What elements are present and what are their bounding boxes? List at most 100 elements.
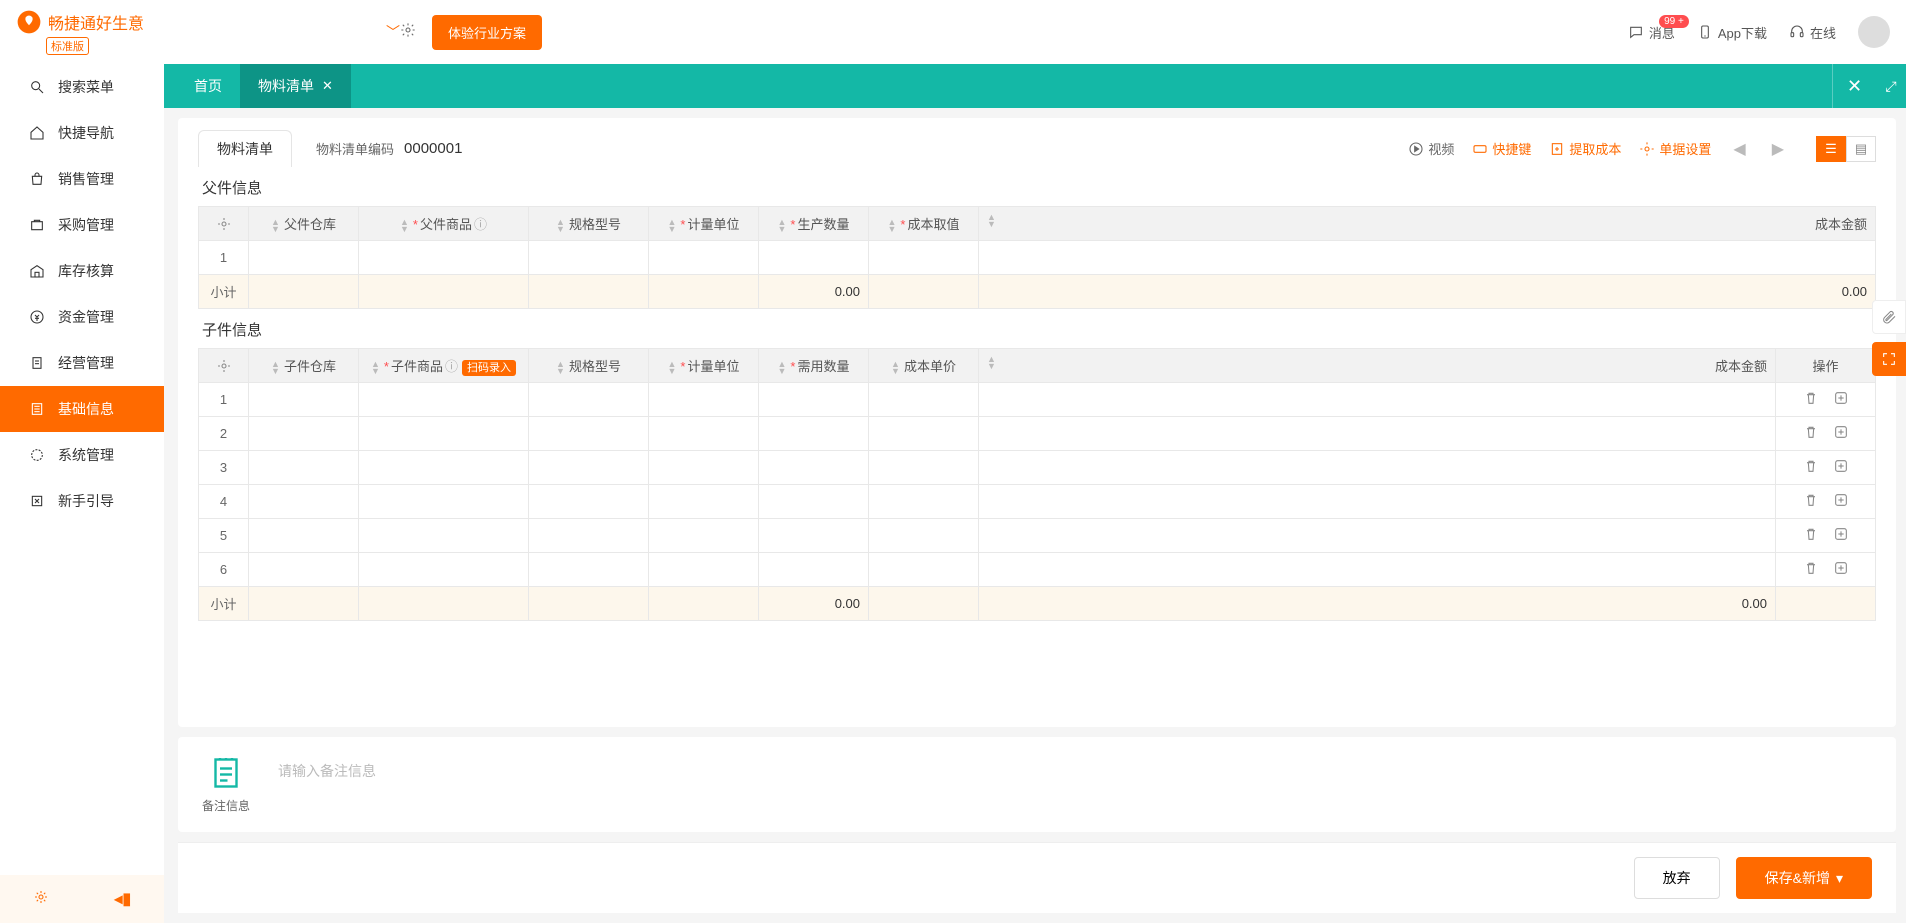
add-row-icon[interactable] <box>1833 526 1849 545</box>
clipboard-icon <box>28 354 46 372</box>
remark-input[interactable] <box>274 755 1872 787</box>
avatar[interactable] <box>1858 16 1890 48</box>
tab-label: 首页 <box>194 76 222 96</box>
nav-next-icon[interactable]: ▶ <box>1768 139 1788 159</box>
sidebar-item-guide[interactable]: 新手引导 <box>0 478 164 524</box>
sidebar-item-quicknav[interactable]: 快捷导航 <box>0 110 164 156</box>
online-support-button[interactable]: 在线 <box>1789 23 1836 42</box>
sidebar-item-purchase[interactable]: 采购管理 <box>0 202 164 248</box>
row-number: 3 <box>199 451 249 485</box>
sidebar-item-label: 经营管理 <box>58 353 114 373</box>
sidebar-item-funds[interactable]: 资金管理 <box>0 294 164 340</box>
parent-table: ▲▼父件仓库 ▲▼*父件商品ⓘ ▲▼规格型号 ▲▼*计量单位 ▲▼*生产数量 ▲… <box>198 206 1876 309</box>
delete-row-icon[interactable] <box>1803 492 1819 511</box>
sidebar-item-basicinfo[interactable]: 基础信息 <box>0 386 164 432</box>
col-child-qty[interactable]: ▲▼*需用数量 <box>759 349 869 383</box>
delete-row-icon[interactable] <box>1803 560 1819 579</box>
add-row-icon[interactable] <box>1833 560 1849 579</box>
table-row[interactable]: 2 <box>199 417 1876 451</box>
column-settings-icon[interactable] <box>207 358 240 374</box>
extract-icon <box>1549 141 1565 157</box>
sidebar-item-search[interactable]: 搜索菜单 <box>0 64 164 110</box>
action-extract-cost[interactable]: 提取成本 <box>1549 139 1621 158</box>
attachment-icon[interactable] <box>1872 300 1906 334</box>
col-parent-cost-method[interactable]: ▲▼*成本取值 <box>869 207 979 241</box>
messages-button[interactable]: 消息 99 + <box>1628 23 1675 42</box>
col-parent-cost-amount[interactable]: ▲▼成本金额 <box>979 207 1876 241</box>
view-list-icon[interactable]: ☰ <box>1816 136 1846 162</box>
col-child-unit[interactable]: ▲▼*计量单位 <box>649 349 759 383</box>
close-icon[interactable]: ✕ <box>322 78 333 94</box>
sidebar-item-inventory[interactable]: 库存核算 <box>0 248 164 294</box>
save-and-new-button[interactable]: 保存&新增 ▾ <box>1736 857 1872 899</box>
table-row[interactable]: 4 <box>199 485 1876 519</box>
discard-button[interactable]: 放弃 <box>1634 857 1720 899</box>
col-child-product[interactable]: ▲▼*子件商品ⓘ扫码录入 <box>359 349 529 383</box>
gear-icon <box>1639 141 1655 157</box>
table-row[interactable]: 1 <box>199 241 1876 275</box>
app-download-label: App下载 <box>1718 23 1767 42</box>
column-settings-icon[interactable] <box>207 216 240 232</box>
phone-icon <box>1697 24 1713 40</box>
trial-button[interactable]: 体验行业方案 <box>432 15 542 50</box>
sidebar-item-sales[interactable]: 销售管理 <box>0 156 164 202</box>
sidebar-item-system[interactable]: 系统管理 <box>0 432 164 478</box>
float-panel <box>1872 300 1906 376</box>
logo-icon <box>16 9 42 35</box>
tab-bom[interactable]: 物料清单 ✕ <box>240 64 351 108</box>
sidebar-item-label: 库存核算 <box>58 261 114 281</box>
table-row[interactable]: 1 <box>199 383 1876 417</box>
col-parent-unit[interactable]: ▲▼*计量单位 <box>649 207 759 241</box>
col-parent-spec[interactable]: ▲▼规格型号 <box>529 207 649 241</box>
doc-tab[interactable]: 物料清单 <box>198 130 292 167</box>
table-row[interactable]: 6 <box>199 553 1876 587</box>
sidebar-item-business[interactable]: 经营管理 <box>0 340 164 386</box>
org-settings-icon[interactable] <box>400 22 416 43</box>
delete-row-icon[interactable] <box>1803 424 1819 443</box>
add-row-icon[interactable] <box>1833 424 1849 443</box>
col-child-warehouse[interactable]: ▲▼子件仓库 <box>249 349 359 383</box>
settings-icon <box>28 446 46 464</box>
help-icon[interactable]: ⓘ <box>445 359 458 374</box>
sidebar-item-label: 销售管理 <box>58 169 114 189</box>
tabs-expand-icon[interactable]: ⤢ <box>1876 64 1906 108</box>
col-parent-warehouse[interactable]: ▲▼父件仓库 <box>249 207 359 241</box>
delete-row-icon[interactable] <box>1803 458 1819 477</box>
nav-prev-icon[interactable]: ◀ <box>1729 139 1749 159</box>
row-number: 4 <box>199 485 249 519</box>
tabs-bar: 首页 物料清单 ✕ ✕ ⤢ <box>164 64 1906 108</box>
sidebar-item-label: 采购管理 <box>58 215 114 235</box>
delete-row-icon[interactable] <box>1803 526 1819 545</box>
table-row[interactable]: 3 <box>199 451 1876 485</box>
col-parent-qty[interactable]: ▲▼*生产数量 <box>759 207 869 241</box>
home-icon <box>28 124 46 142</box>
col-child-spec[interactable]: ▲▼规格型号 <box>529 349 649 383</box>
col-parent-product[interactable]: ▲▼*父件商品ⓘ <box>359 207 529 241</box>
tabs-close-all-icon[interactable]: ✕ <box>1832 64 1876 108</box>
table-row[interactable]: 5 <box>199 519 1876 553</box>
app-download-button[interactable]: App下载 <box>1697 23 1767 42</box>
bag-icon <box>28 170 46 188</box>
delete-row-icon[interactable] <box>1803 390 1819 409</box>
play-icon <box>1408 141 1424 157</box>
view-card-icon[interactable]: ▤ <box>1846 136 1876 162</box>
col-child-cost-price[interactable]: ▲▼成本单价 <box>869 349 979 383</box>
scan-input-tag[interactable]: 扫码录入 <box>462 360 516 376</box>
doc-header: 物料清单 物料清单编码 0000001 视频 快捷键 <box>198 130 1876 167</box>
fullscreen-icon[interactable] <box>1872 342 1906 376</box>
action-video[interactable]: 视频 <box>1408 139 1454 158</box>
action-doc-settings[interactable]: 单据设置 <box>1639 139 1711 158</box>
sidebar-collapse-icon[interactable]: ◂▮ <box>114 889 131 909</box>
org-selector[interactable]: ﹀ <box>196 22 400 42</box>
cart-icon <box>28 216 46 234</box>
remark-card: 备注信息 <box>178 737 1896 832</box>
sidebar-settings-icon[interactable] <box>33 889 49 910</box>
add-row-icon[interactable] <box>1833 458 1849 477</box>
add-row-icon[interactable] <box>1833 390 1849 409</box>
action-hotkey[interactable]: 快捷键 <box>1472 139 1531 158</box>
help-icon[interactable]: ⓘ <box>474 217 487 232</box>
row-number: 1 <box>199 383 249 417</box>
tab-home[interactable]: 首页 <box>176 64 240 108</box>
col-child-cost-amount[interactable]: ▲▼成本金额 <box>979 349 1776 383</box>
add-row-icon[interactable] <box>1833 492 1849 511</box>
